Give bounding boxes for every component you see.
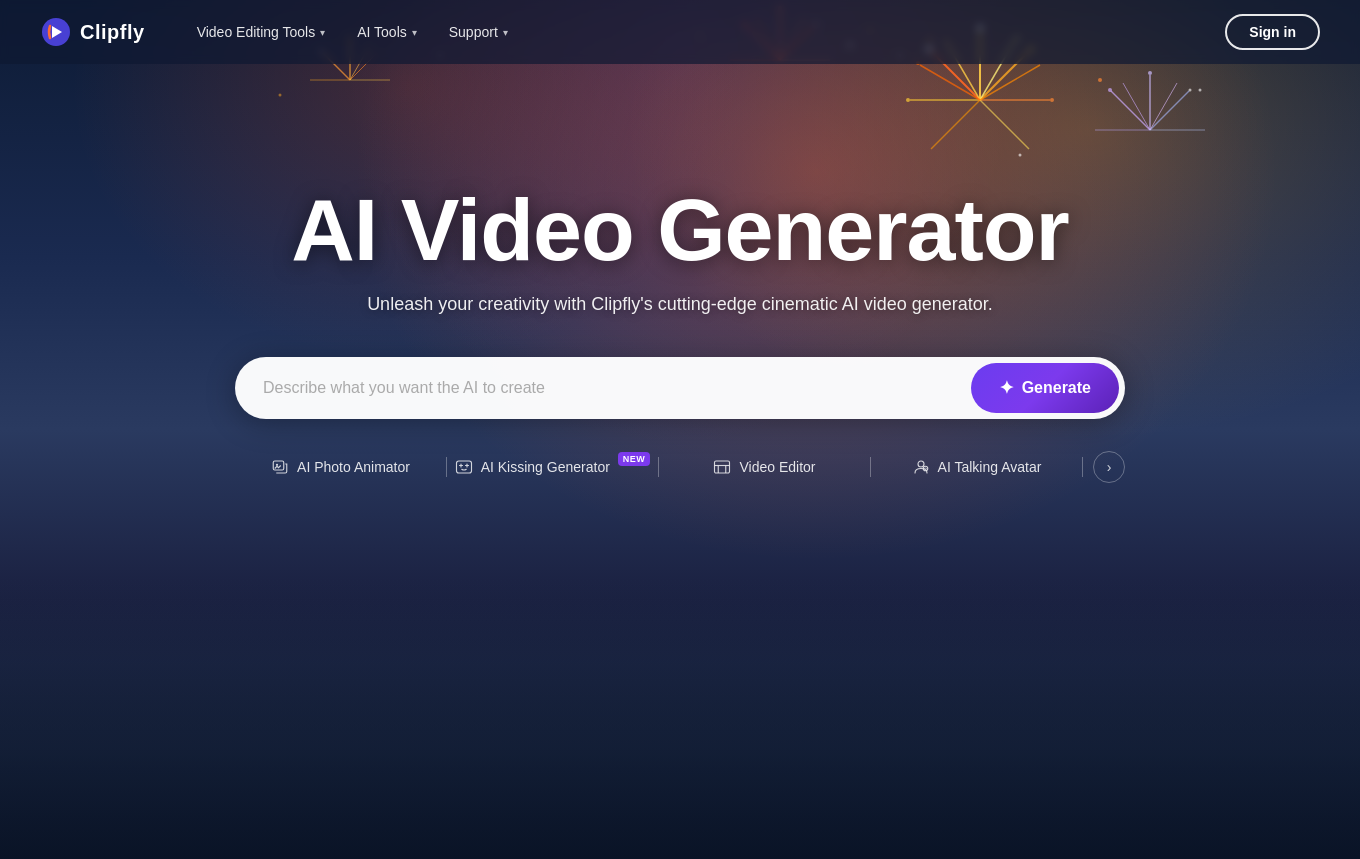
quick-link-kissing[interactable]: AI Kissing Generator NEW (447, 452, 658, 482)
sign-in-button[interactable]: Sign in (1225, 14, 1320, 50)
photo-animator-icon (271, 458, 289, 476)
nav-label-ai-tools: AI Tools (357, 24, 407, 40)
arrow-right-icon: › (1107, 459, 1112, 475)
logo-text: Clipfly (80, 21, 145, 44)
svg-rect-57 (273, 461, 284, 470)
prompt-input[interactable] (263, 369, 971, 407)
quick-link-video-editor[interactable]: Video Editor (659, 452, 870, 482)
city-overlay (0, 579, 1360, 859)
quick-link-photo-animator[interactable]: AI Photo Animator (235, 452, 446, 482)
nav-item-video-editing[interactable]: Video Editing Tools ▾ (185, 18, 338, 46)
nav-item-support[interactable]: Support ▾ (437, 18, 520, 46)
hero-container: Clipfly Video Editing Tools ▾ AI Tools ▾… (0, 0, 1360, 859)
quick-link-avatar[interactable]: AI Talking Avatar (871, 452, 1082, 482)
sparkle-icon: ✦ (999, 377, 1014, 399)
hero-subtitle: Unleash your creativity with Clipfly's c… (367, 294, 993, 315)
svg-point-64 (918, 461, 924, 467)
video-editor-icon (713, 458, 731, 476)
chevron-down-icon-support: ▾ (503, 27, 508, 38)
chevron-down-icon-ai: ▾ (412, 27, 417, 38)
navbar-left: Clipfly Video Editing Tools ▾ AI Tools ▾… (40, 16, 520, 48)
quick-link-label-2: Video Editor (739, 459, 815, 475)
generate-button[interactable]: ✦ Generate (971, 363, 1119, 413)
kissing-icon (455, 458, 473, 476)
quick-link-label-1: AI Kissing Generator (481, 459, 610, 475)
nav-label-support: Support (449, 24, 498, 40)
logo[interactable]: Clipfly (40, 16, 145, 48)
hero-content: AI Video Generator Unleash your creativi… (0, 64, 1360, 483)
quick-link-label-3: AI Talking Avatar (938, 459, 1042, 475)
nav-links: Video Editing Tools ▾ AI Tools ▾ Support… (185, 18, 520, 46)
separator-4 (1082, 457, 1083, 477)
nav-item-ai-tools[interactable]: AI Tools ▾ (345, 18, 429, 46)
navbar: Clipfly Video Editing Tools ▾ AI Tools ▾… (0, 0, 1360, 64)
nav-label-video-editing: Video Editing Tools (197, 24, 316, 40)
chevron-down-icon-video: ▾ (320, 27, 325, 38)
hero-title: AI Video Generator (291, 184, 1068, 276)
quick-link-label-0: AI Photo Animator (297, 459, 410, 475)
quick-links: AI Photo Animator AI Kissing Generator N… (235, 451, 1125, 483)
avatar-icon (912, 458, 930, 476)
svg-rect-59 (456, 461, 471, 473)
generate-button-label: Generate (1022, 379, 1091, 397)
clipfly-logo-icon (40, 16, 72, 48)
quick-links-arrow-button[interactable]: › (1093, 451, 1125, 483)
generate-bar: ✦ Generate (235, 357, 1125, 419)
new-badge: NEW (618, 452, 651, 466)
svg-rect-60 (715, 461, 730, 473)
